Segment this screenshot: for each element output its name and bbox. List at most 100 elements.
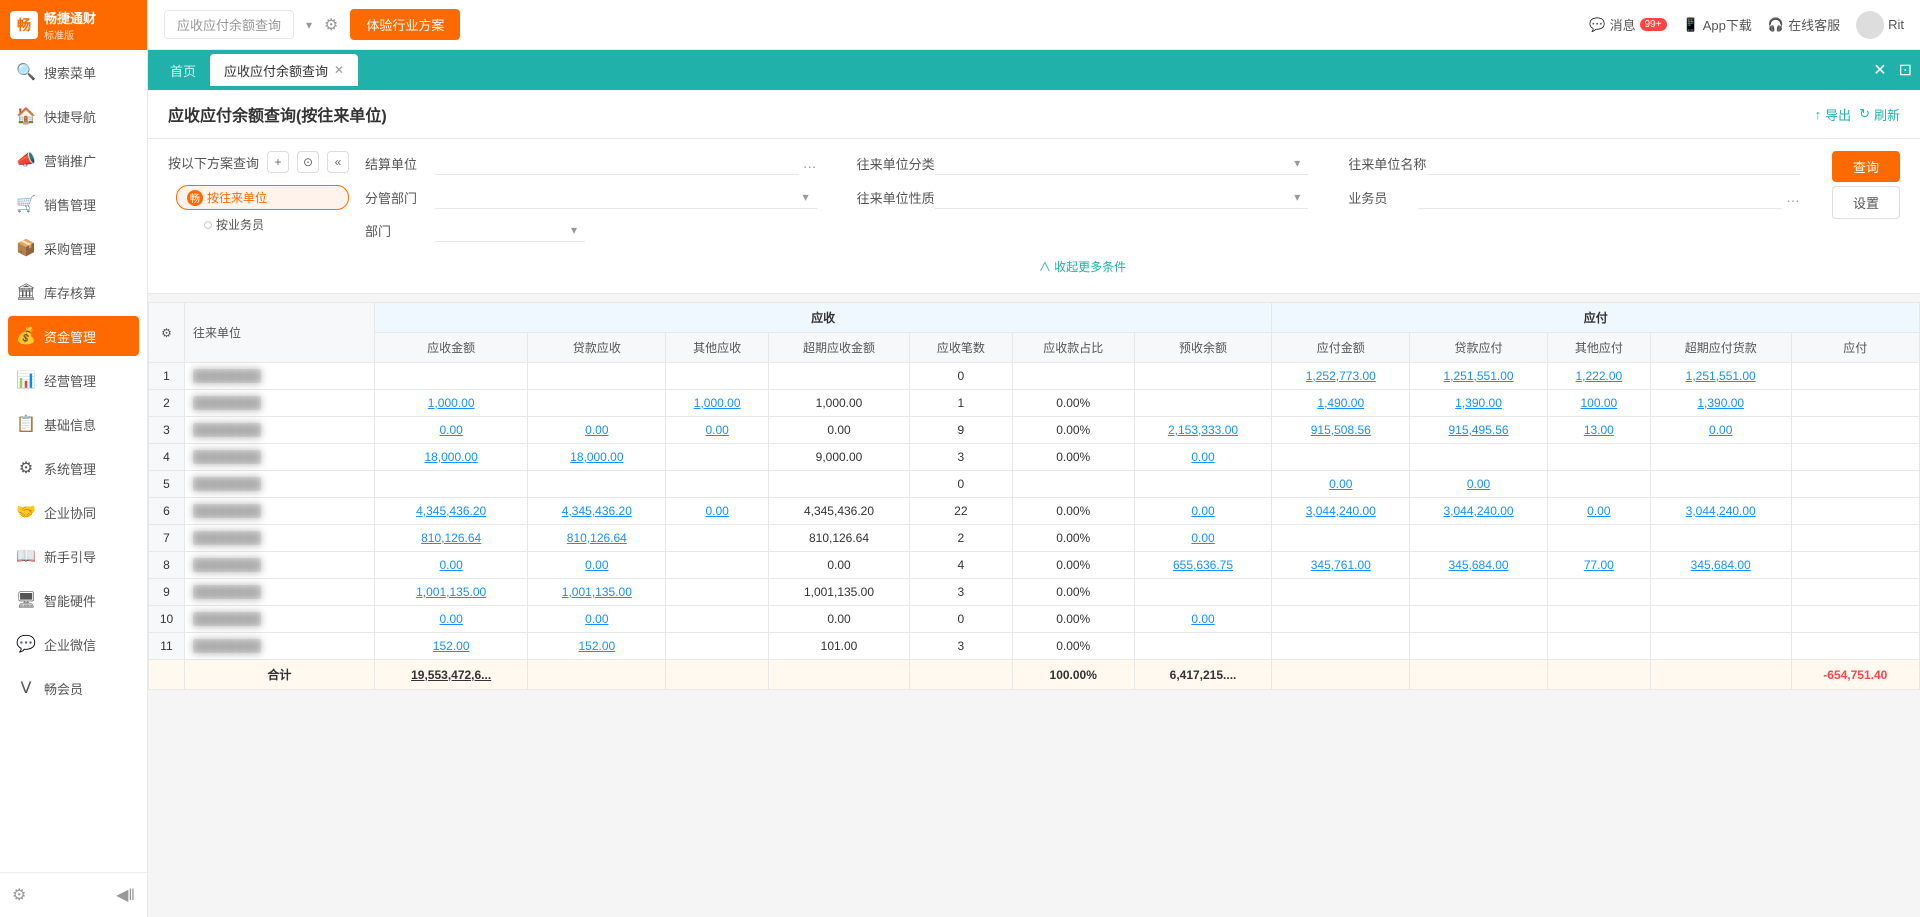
table-cell[interactable]: 13.00 (1547, 417, 1650, 444)
table-cell[interactable]: 1,390.00 (1650, 390, 1791, 417)
dept-select[interactable]: ▾ (435, 186, 817, 209)
scheme-settings-button[interactable]: ⊙ (297, 151, 319, 173)
sidebar-item-member[interactable]: Ⅴ 畅会员 (0, 666, 147, 710)
settlement-dots-icon[interactable]: … (803, 155, 817, 171)
table-cell[interactable]: 0.00 (1410, 471, 1548, 498)
table-cell[interactable]: 1,000.00 (666, 390, 769, 417)
table-cell[interactable]: 1,251,551.00 (1410, 363, 1548, 390)
sidebar-item-newbie[interactable]: 📖 新手引导 (0, 534, 147, 578)
table-cell[interactable]: 2,153,333.00 (1134, 417, 1272, 444)
user-menu[interactable]: Rit (1856, 11, 1904, 39)
sidebar-item-search[interactable]: 🔍 搜索菜单 (0, 50, 147, 94)
topbar-chevron-icon[interactable]: ▾ (306, 18, 312, 32)
filter-by-employee[interactable]: 按业务员 (176, 216, 349, 233)
settings-footer-icon[interactable]: ⚙ (8, 881, 30, 909)
employee-input[interactable] (1418, 185, 1782, 209)
collapse-more-button[interactable]: ∧ 收起更多条件 (365, 252, 1800, 281)
table-cell[interactable]: 4,345,436.20 (374, 498, 528, 525)
table-cell[interactable]: 1,222.00 (1547, 363, 1650, 390)
maximize-icon[interactable]: ⊡ (1899, 60, 1912, 80)
table-cell[interactable]: 18,000.00 (528, 444, 666, 471)
sidebar-item-finance[interactable]: 💰 资金管理 (8, 316, 139, 356)
table-cell[interactable]: 345,761.00 (1272, 552, 1410, 579)
filter-by-partner[interactable]: 畅 按往来单位 (176, 185, 349, 210)
sidebar-item-operations[interactable]: 📊 经营管理 (0, 358, 147, 402)
table-cell[interactable]: 152.00 (528, 633, 666, 660)
table-cell[interactable]: 1,001,135.00 (374, 579, 528, 606)
app-download-button[interactable]: 📱 App下载 (1683, 15, 1752, 34)
table-cell[interactable]: 0.00 (1650, 417, 1791, 444)
table-cell[interactable]: 18,000.00 (374, 444, 528, 471)
table-cell[interactable]: 1,390.00 (1410, 390, 1548, 417)
table-cell[interactable]: 0.00 (1134, 444, 1272, 471)
close-window-icon[interactable]: ✕ (1873, 60, 1886, 80)
table-cell[interactable]: 0.00 (528, 606, 666, 633)
partner-name-input[interactable] (1426, 151, 1800, 175)
table-cell[interactable]: 915,495.56 (1410, 417, 1548, 444)
table-cell[interactable]: 0.00 (666, 498, 769, 525)
table-cell[interactable]: 1,251,551.00 (1650, 363, 1791, 390)
tab-close-icon[interactable]: ✕ (334, 63, 344, 77)
solution-button[interactable]: 体验行业方案 (350, 9, 460, 40)
sidebar-item-quicknav[interactable]: 🏠 快捷导航 (0, 94, 147, 138)
query-button[interactable]: 查询 (1832, 151, 1900, 182)
tab-home[interactable]: 首页 (156, 54, 210, 86)
sidebar-item-hardware[interactable]: 🖥 智能硬件 (0, 578, 147, 622)
table-cell[interactable]: 0.00 (1134, 606, 1272, 633)
table-cell[interactable]: 345,684.00 (1650, 552, 1791, 579)
refresh-button[interactable]: ↻ 刷新 (1859, 105, 1900, 124)
export-button[interactable]: ↑ 导出 (1815, 105, 1852, 124)
topbar-gear-icon[interactable]: ⚙ (324, 15, 338, 35)
sidebar-item-wechat[interactable]: 💬 企业微信 (0, 622, 147, 666)
table-cell[interactable]: 1,001,135.00 (528, 579, 666, 606)
settlement-input[interactable] (435, 151, 799, 175)
table-settings-header[interactable]: ⚙ (149, 303, 185, 363)
sidebar-item-inventory[interactable]: 🏛 库存核算 (0, 270, 147, 314)
footer-ar-total[interactable]: 19,553,472,6... (374, 660, 528, 690)
table-cell[interactable]: 0.00 (1272, 471, 1410, 498)
tab-ar-ap[interactable]: 应收应付余额查询 ✕ (210, 54, 358, 86)
department-select[interactable]: ▾ (435, 219, 585, 242)
table-cell[interactable]: 100.00 (1547, 390, 1650, 417)
table-cell[interactable]: 0.00 (374, 552, 528, 579)
employee-dots-icon[interactable]: … (1786, 189, 1800, 205)
sidebar-item-sales[interactable]: 🛒 销售管理 (0, 182, 147, 226)
sidebar-item-purchase[interactable]: 📦 采购管理 (0, 226, 147, 270)
table-cell[interactable]: 345,684.00 (1410, 552, 1548, 579)
table-cell[interactable]: 0.00 (1134, 525, 1272, 552)
sidebar-item-enterprise[interactable]: 🤝 企业协同 (0, 490, 147, 534)
sidebar-item-system[interactable]: ⚙ 系统管理 (0, 446, 147, 490)
sidebar-item-marketing[interactable]: 📣 营销推广 (0, 138, 147, 182)
table-cell[interactable]: 3,044,240.00 (1272, 498, 1410, 525)
table-cell[interactable]: 3,044,240.00 (1410, 498, 1548, 525)
table-cell[interactable]: 77.00 (1547, 552, 1650, 579)
service-button[interactable]: 🎧 在线客服 (1768, 15, 1840, 34)
table-cell[interactable]: 0.00 (528, 417, 666, 444)
sidebar-item-basic[interactable]: 📋 基础信息 (0, 402, 147, 446)
table-cell[interactable]: 0.00 (374, 606, 528, 633)
table-cell[interactable]: 0.00 (1134, 498, 1272, 525)
table-cell[interactable]: 0.00 (528, 552, 666, 579)
table-cell[interactable]: 3,044,240.00 (1650, 498, 1791, 525)
table-cell[interactable]: 0.00 (1547, 498, 1650, 525)
logo-name: 畅捷通财 (44, 8, 96, 27)
table-cell[interactable]: 655,636.75 (1134, 552, 1272, 579)
topbar: 应收应付余额查询 ▾ ⚙ 体验行业方案 💬 消息 99+ 📱 App下载 🎧 在… (148, 0, 1920, 50)
table-cell[interactable]: 0.00 (666, 417, 769, 444)
setting-button[interactable]: 设置 (1832, 186, 1900, 219)
table-cell[interactable]: 810,126.64 (528, 525, 666, 552)
partner-category-select[interactable]: ▾ (935, 152, 1309, 175)
table-cell[interactable]: 915,508.56 (1272, 417, 1410, 444)
table-cell[interactable]: 4,345,436.20 (528, 498, 666, 525)
table-cell[interactable]: 0.00 (374, 417, 528, 444)
partner-nature-select[interactable]: ▾ (935, 186, 1309, 209)
add-scheme-button[interactable]: + (267, 151, 289, 173)
collapse-sidebar-icon[interactable]: ◀‖ (112, 881, 139, 909)
table-cell[interactable]: 152.00 (374, 633, 528, 660)
table-cell[interactable]: 1,000.00 (374, 390, 528, 417)
scheme-collapse-button[interactable]: « (327, 151, 349, 173)
messages-button[interactable]: 💬 消息 99+ (1589, 15, 1666, 34)
table-cell[interactable]: 1,490.00 (1272, 390, 1410, 417)
table-cell[interactable]: 810,126.64 (374, 525, 528, 552)
table-cell[interactable]: 1,252,773.00 (1272, 363, 1410, 390)
